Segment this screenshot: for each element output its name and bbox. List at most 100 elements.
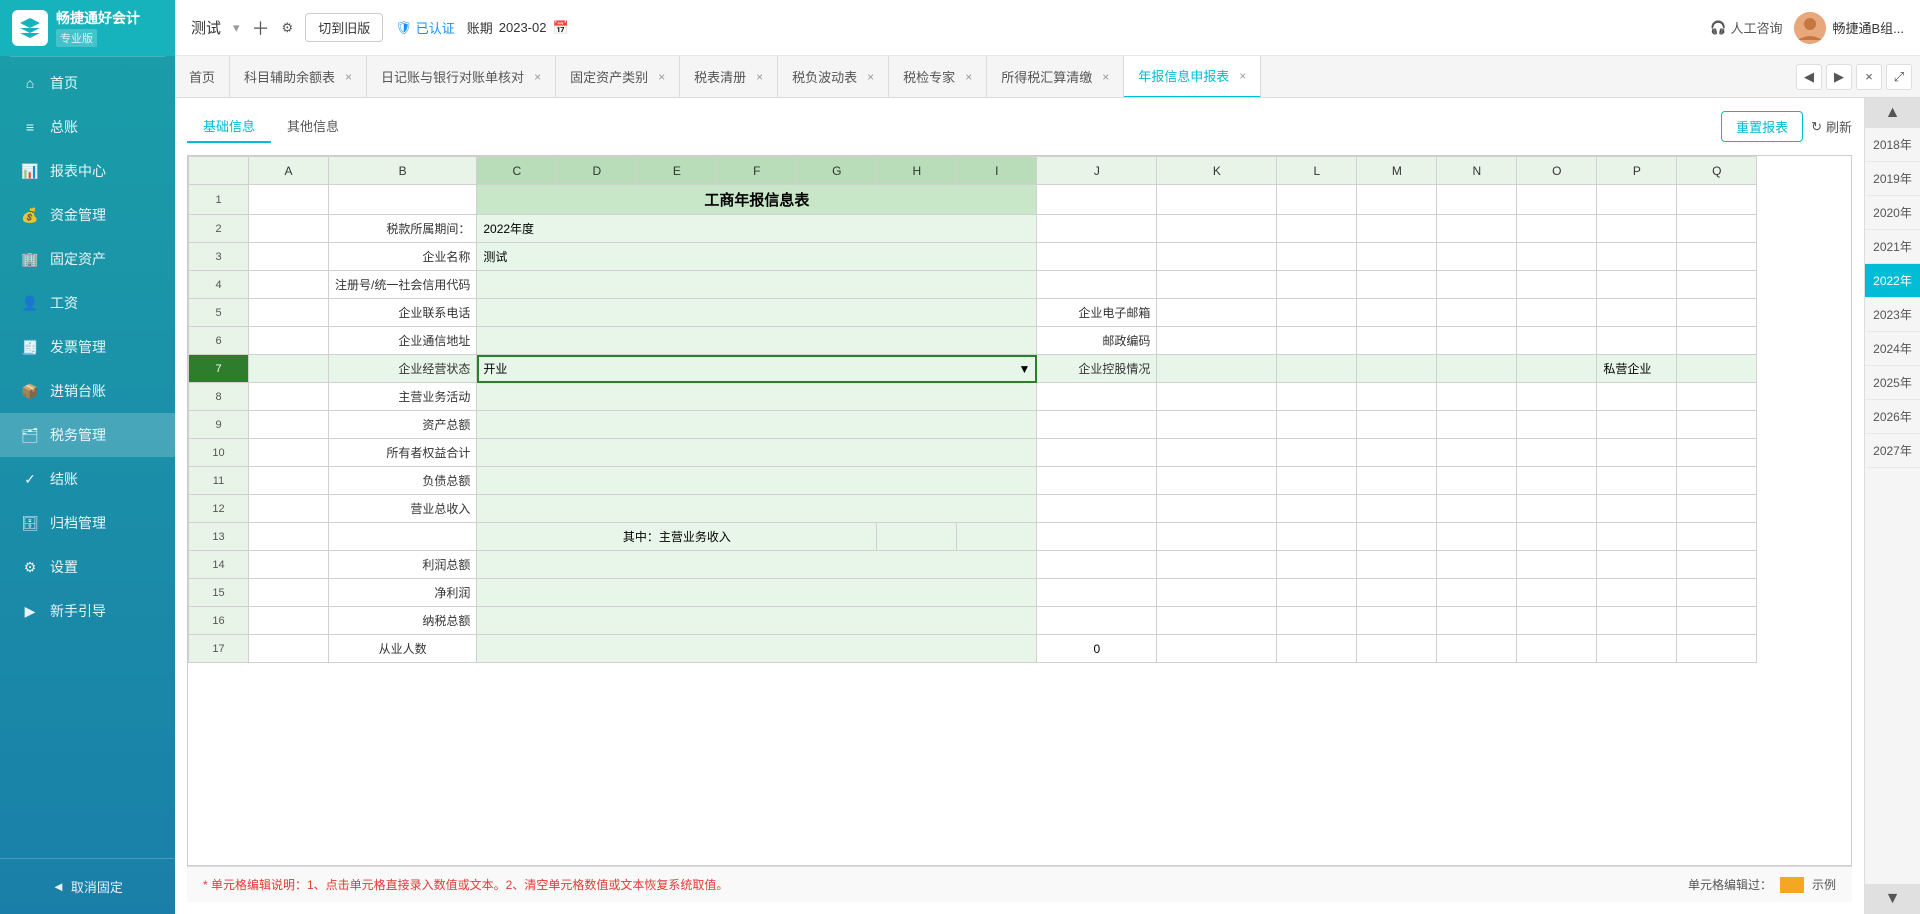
cell-1-n[interactable] <box>1437 185 1517 215</box>
cell-7-status[interactable]: 开业 ▼ <box>477 355 1037 383</box>
cell-16-a[interactable] <box>249 607 329 635</box>
cell-9-j[interactable] <box>1037 411 1157 439</box>
cell-2-m[interactable] <box>1357 215 1437 243</box>
cell-3-p[interactable] <box>1597 243 1677 271</box>
tab-maximize-button[interactable]: ⤢ <box>1886 64 1912 90</box>
cell-11-n[interactable] <box>1437 467 1517 495</box>
cell-3-o[interactable] <box>1517 243 1597 271</box>
cell-10-n[interactable] <box>1437 439 1517 467</box>
cell-10-equity[interactable] <box>477 439 1037 467</box>
cell-17-k[interactable] <box>1157 635 1277 663</box>
cell-16-k[interactable] <box>1157 607 1277 635</box>
cell-5-phone[interactable] <box>477 299 1037 327</box>
cell-5-p[interactable] <box>1597 299 1677 327</box>
cell-6-q[interactable] <box>1677 327 1757 355</box>
cell-13-p[interactable] <box>1597 523 1677 551</box>
topbar-settings-button[interactable]: ⚙ <box>282 20 294 36</box>
sidebar-item-stock[interactable]: 📦 进销台账 <box>0 369 175 413</box>
cell-10-q[interactable] <box>1677 439 1757 467</box>
cell-5-m[interactable] <box>1357 299 1437 327</box>
cell-7-o[interactable] <box>1517 355 1597 383</box>
cell-12-k[interactable] <box>1157 495 1277 523</box>
cell-9-total-assets[interactable] <box>477 411 1037 439</box>
cell-4-l[interactable] <box>1277 271 1357 299</box>
tab-fixed-asset-close[interactable]: × <box>658 70 665 84</box>
cell-1-a[interactable] <box>249 185 329 215</box>
cell-15-q[interactable] <box>1677 579 1757 607</box>
cell-11-k[interactable] <box>1157 467 1277 495</box>
cell-15-j[interactable] <box>1037 579 1157 607</box>
cell-5-q[interactable] <box>1677 299 1757 327</box>
tab-aux[interactable]: 科目辅助余额表 × <box>230 56 367 98</box>
cell-6-m[interactable] <box>1357 327 1437 355</box>
cell-8-business[interactable] <box>477 383 1037 411</box>
year-nav-up[interactable]: ▲ <box>1865 98 1920 128</box>
cell-1-j[interactable] <box>1037 185 1157 215</box>
cell-3-n[interactable] <box>1437 243 1517 271</box>
cell-15-o[interactable] <box>1517 579 1597 607</box>
cell-10-p[interactable] <box>1597 439 1677 467</box>
cell-3-b[interactable]: 企业名称 <box>329 243 477 271</box>
cell-12-n[interactable] <box>1437 495 1517 523</box>
tab-annual-close[interactable]: × <box>1239 69 1246 83</box>
cell-17-p[interactable] <box>1597 635 1677 663</box>
cell-13-m[interactable] <box>1357 523 1437 551</box>
cell-2-q[interactable] <box>1677 215 1757 243</box>
cell-16-j[interactable] <box>1037 607 1157 635</box>
cell-13-i[interactable] <box>957 523 1037 551</box>
cell-8-b[interactable]: 主营业务活动 <box>329 383 477 411</box>
cell-14-j[interactable] <box>1037 551 1157 579</box>
cell-7-j-label[interactable]: 企业控股情况 <box>1037 355 1157 383</box>
cell-17-l[interactable] <box>1277 635 1357 663</box>
cell-2-o[interactable] <box>1517 215 1597 243</box>
cell-16-m[interactable] <box>1357 607 1437 635</box>
col-header-g[interactable]: G <box>797 157 877 185</box>
cell-11-p[interactable] <box>1597 467 1677 495</box>
cell-15-n[interactable] <box>1437 579 1517 607</box>
cell-11-o[interactable] <box>1517 467 1597 495</box>
cell-12-b[interactable]: 营业总收入 <box>329 495 477 523</box>
cell-1-m[interactable] <box>1357 185 1437 215</box>
reset-table-button[interactable]: 重置报表 <box>1721 111 1803 142</box>
sidebar-item-archive[interactable]: 🗄 归档管理 <box>0 501 175 545</box>
cell-16-o[interactable] <box>1517 607 1597 635</box>
cell-17-o[interactable] <box>1517 635 1597 663</box>
cell-9-q[interactable] <box>1677 411 1757 439</box>
col-header-a[interactable]: A <box>249 157 329 185</box>
cell-14-b[interactable]: 利润总额 <box>329 551 477 579</box>
cell-1-o[interactable] <box>1517 185 1597 215</box>
cell-2-b[interactable]: 税款所属期间： <box>329 215 477 243</box>
cell-13-main-revenue-label[interactable]: 其中：主营业务收入 <box>477 523 877 551</box>
cell-6-j-label[interactable]: 邮政编码 <box>1037 327 1157 355</box>
cell-1-q[interactable] <box>1677 185 1757 215</box>
tab-aux-close[interactable]: × <box>345 70 352 84</box>
cell-4-o[interactable] <box>1517 271 1597 299</box>
cell-7-k[interactable] <box>1157 355 1277 383</box>
cell-5-k[interactable] <box>1157 299 1277 327</box>
year-item-2019[interactable]: 2019年 <box>1865 162 1920 196</box>
cell-2-a[interactable] <box>249 215 329 243</box>
tab-journal-close[interactable]: × <box>534 70 541 84</box>
cell-9-n[interactable] <box>1437 411 1517 439</box>
cell-14-p[interactable] <box>1597 551 1677 579</box>
cell-15-net-profit[interactable] <box>477 579 1037 607</box>
cell-10-a[interactable] <box>249 439 329 467</box>
cell-6-k[interactable] <box>1157 327 1277 355</box>
sidebar-item-asset[interactable]: 🏢 固定资产 <box>0 237 175 281</box>
tab-fixed-asset[interactable]: 固定资产类别 × <box>556 56 680 98</box>
cell-17-m[interactable] <box>1357 635 1437 663</box>
cell-5-n[interactable] <box>1437 299 1517 327</box>
cell-17-employees[interactable] <box>477 635 1037 663</box>
cell-13-b[interactable] <box>329 523 477 551</box>
cell-14-a[interactable] <box>249 551 329 579</box>
tab-tax-check[interactable]: 税检专家 × <box>889 56 987 98</box>
cell-14-n[interactable] <box>1437 551 1517 579</box>
cell-12-p[interactable] <box>1597 495 1677 523</box>
cell-13-j[interactable] <box>1037 523 1157 551</box>
year-item-2020[interactable]: 2020年 <box>1865 196 1920 230</box>
cell-2-period[interactable]: 2022年度 <box>477 215 1037 243</box>
cell-4-p[interactable] <box>1597 271 1677 299</box>
cell-6-n[interactable] <box>1437 327 1517 355</box>
cell-17-n[interactable] <box>1437 635 1517 663</box>
cell-9-p[interactable] <box>1597 411 1677 439</box>
